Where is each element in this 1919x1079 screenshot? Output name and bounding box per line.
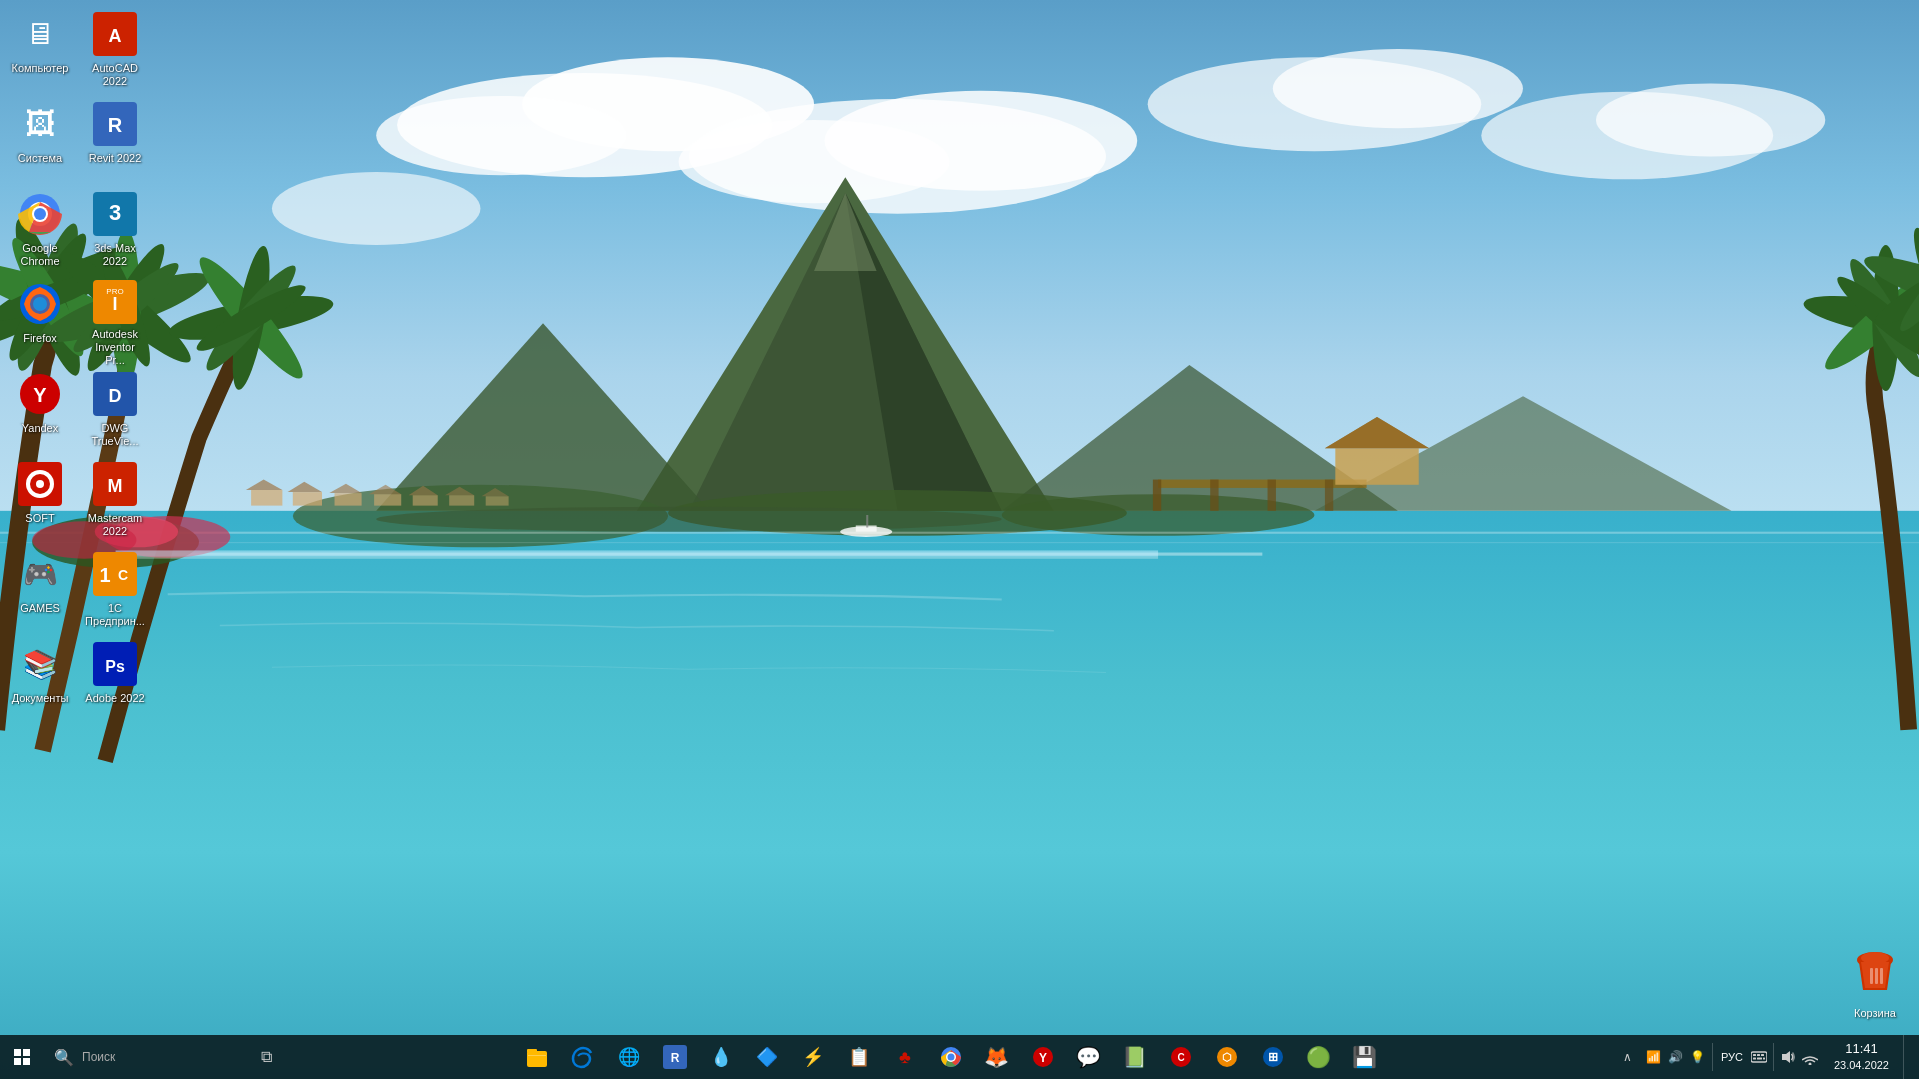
taskbar-icon-6[interactable]: 🔷: [745, 1035, 789, 1079]
svg-rect-121: [1875, 968, 1878, 984]
tray-separator: [1712, 1043, 1713, 1071]
water-background: [0, 486, 1919, 1079]
taskbar: 🔍 Поиск ⧉ 🌐: [0, 1035, 1919, 1079]
svg-point-110: [36, 480, 44, 488]
file-explorer-button[interactable]: [515, 1035, 559, 1079]
taskbar-icon-3[interactable]: 🌐: [607, 1035, 651, 1079]
desktop-icon-soft[interactable]: SOFT: [5, 455, 75, 545]
desktop-icon-adobe[interactable]: Ps Adobe 2022: [80, 635, 150, 725]
svg-text:R: R: [671, 1051, 680, 1065]
svg-rect-144: [1757, 1058, 1762, 1060]
svg-rect-120: [1870, 968, 1873, 984]
svg-point-94: [34, 208, 46, 220]
taskbar-icon-5[interactable]: 💧: [699, 1035, 743, 1079]
svg-point-147: [1808, 1063, 1811, 1066]
svg-text:C: C: [118, 567, 128, 583]
yandex-taskbar-button[interactable]: Y: [1021, 1035, 1065, 1079]
svg-rect-123: [527, 1051, 547, 1067]
speaker-icon[interactable]: [1778, 1047, 1798, 1067]
search-button[interactable]: 🔍 Поиск: [44, 1035, 244, 1079]
taskbar-icon-8[interactable]: 📋: [837, 1035, 881, 1079]
chrome-taskbar-button[interactable]: [929, 1035, 973, 1079]
desktop-icon-computer[interactable]: 🖥 Компьютер: [5, 5, 75, 95]
windows-logo-icon: [14, 1049, 30, 1065]
desktop-icon-revit[interactable]: R Revit 2022: [80, 95, 150, 185]
edge-button[interactable]: [561, 1035, 605, 1079]
svg-rect-140: [1753, 1054, 1756, 1056]
desktop-icon-games[interactable]: 🎮 GAMES: [5, 545, 75, 635]
desktop-icon-mastercam[interactable]: M Mastercam 2022: [80, 455, 150, 545]
taskbar-revit-button[interactable]: R: [653, 1035, 697, 1079]
svg-text:Y: Y: [1039, 1051, 1047, 1065]
svg-rect-139: [1751, 1052, 1767, 1062]
taskbar-icon-19[interactable]: 💾: [1343, 1035, 1387, 1079]
svg-rect-141: [1757, 1054, 1760, 1056]
svg-text:⬡: ⬡: [1222, 1051, 1232, 1063]
keyboard-layout-icon[interactable]: [1749, 1047, 1769, 1067]
network-icon[interactable]: [1800, 1047, 1820, 1067]
tray-icon-1[interactable]: 📶: [1644, 1047, 1664, 1067]
taskbar-apps: 🌐 R 💧 🔷 ⚡ 📋 ♣: [288, 1035, 1614, 1079]
system-tray: ∧ 📶 🔊 💡 РУС: [1614, 1035, 1919, 1079]
svg-point-130: [947, 1054, 954, 1061]
svg-text:1: 1: [99, 564, 110, 586]
search-label: Поиск: [82, 1050, 115, 1064]
taskbar-icon-15[interactable]: C: [1159, 1035, 1203, 1079]
show-desktop-button[interactable]: [1903, 1035, 1911, 1079]
clock-time: 11:41: [1845, 1040, 1878, 1058]
svg-rect-124: [527, 1049, 537, 1053]
svg-text:M: M: [108, 476, 123, 496]
desktop-icon-1c[interactable]: 1 C 1С Предприн...: [80, 545, 150, 635]
start-button[interactable]: [0, 1035, 44, 1079]
svg-text:C: C: [1177, 1052, 1184, 1063]
language-indicator[interactable]: РУС: [1717, 1047, 1747, 1067]
tray-separator-2: [1773, 1043, 1774, 1071]
desktop-icon-yandex[interactable]: Y Yandex: [5, 365, 75, 455]
clock-display[interactable]: 11:41 23.04.2022: [1822, 1035, 1901, 1079]
desktop-icon-inventor[interactable]: I PRO Autodesk Inventor Pr...: [80, 275, 150, 365]
tray-icon-2[interactable]: 🔊: [1666, 1047, 1686, 1067]
desktop-icon-firefox[interactable]: Firefox: [5, 275, 75, 365]
svg-text:PRO: PRO: [106, 287, 123, 296]
taskbar-icon-14[interactable]: 📗: [1113, 1035, 1157, 1079]
taskbar-icon-16[interactable]: ⬡: [1205, 1035, 1249, 1079]
svg-text:A: A: [109, 26, 122, 46]
desktop-icon-docs[interactable]: 📚 Документы: [5, 635, 75, 725]
taskbar-icon-17[interactable]: ⊞: [1251, 1035, 1295, 1079]
desktop: 🖥 Компьютер A AutoCAD 2022 🖼 Система R: [0, 0, 1919, 1079]
svg-text:R: R: [108, 114, 123, 136]
desktop-icon-dwg[interactable]: D DWG TrueVie...: [80, 365, 150, 455]
desktop-icon-grid: 🖥 Компьютер A AutoCAD 2022 🖼 Система R: [5, 5, 155, 725]
firefox-taskbar-button[interactable]: 🦊: [975, 1035, 1019, 1079]
svg-marker-146: [1782, 1051, 1790, 1063]
svg-point-99: [33, 297, 47, 311]
expand-tray-button[interactable]: ∧: [1614, 1035, 1642, 1079]
svg-text:3: 3: [109, 200, 121, 225]
taskbar-icon-7[interactable]: ⚡: [791, 1035, 835, 1079]
desktop-icon-autocad[interactable]: A AutoCAD 2022: [80, 5, 150, 95]
desktop-icon-3dsmax[interactable]: 3 3ds Max 2022: [80, 185, 150, 275]
whatsapp-taskbar-button[interactable]: 💬: [1067, 1035, 1111, 1079]
svg-text:Y: Y: [33, 384, 47, 406]
desktop-icon-recycle-bin[interactable]: Корзина: [1846, 943, 1904, 1024]
svg-rect-122: [1880, 968, 1883, 984]
svg-rect-125: [528, 1055, 546, 1056]
clock-date: 23.04.2022: [1834, 1058, 1889, 1073]
svg-text:Ps: Ps: [105, 658, 125, 675]
svg-rect-145: [1763, 1058, 1765, 1060]
svg-text:I: I: [112, 294, 117, 314]
desktop-icon-chrome[interactable]: Google Chrome: [5, 185, 75, 275]
svg-text:⊞: ⊞: [1268, 1050, 1278, 1064]
task-view-button[interactable]: ⧉: [244, 1035, 288, 1079]
desktop-icon-system[interactable]: 🖼 Система: [5, 95, 75, 185]
search-icon: 🔍: [54, 1048, 74, 1067]
taskbar-icon-18[interactable]: 🟢: [1297, 1035, 1341, 1079]
svg-text:D: D: [109, 386, 122, 406]
tray-icon-3[interactable]: 💡: [1688, 1047, 1708, 1067]
taskbar-icon-9[interactable]: ♣: [883, 1035, 927, 1079]
svg-rect-143: [1753, 1058, 1756, 1060]
svg-rect-142: [1761, 1054, 1764, 1056]
